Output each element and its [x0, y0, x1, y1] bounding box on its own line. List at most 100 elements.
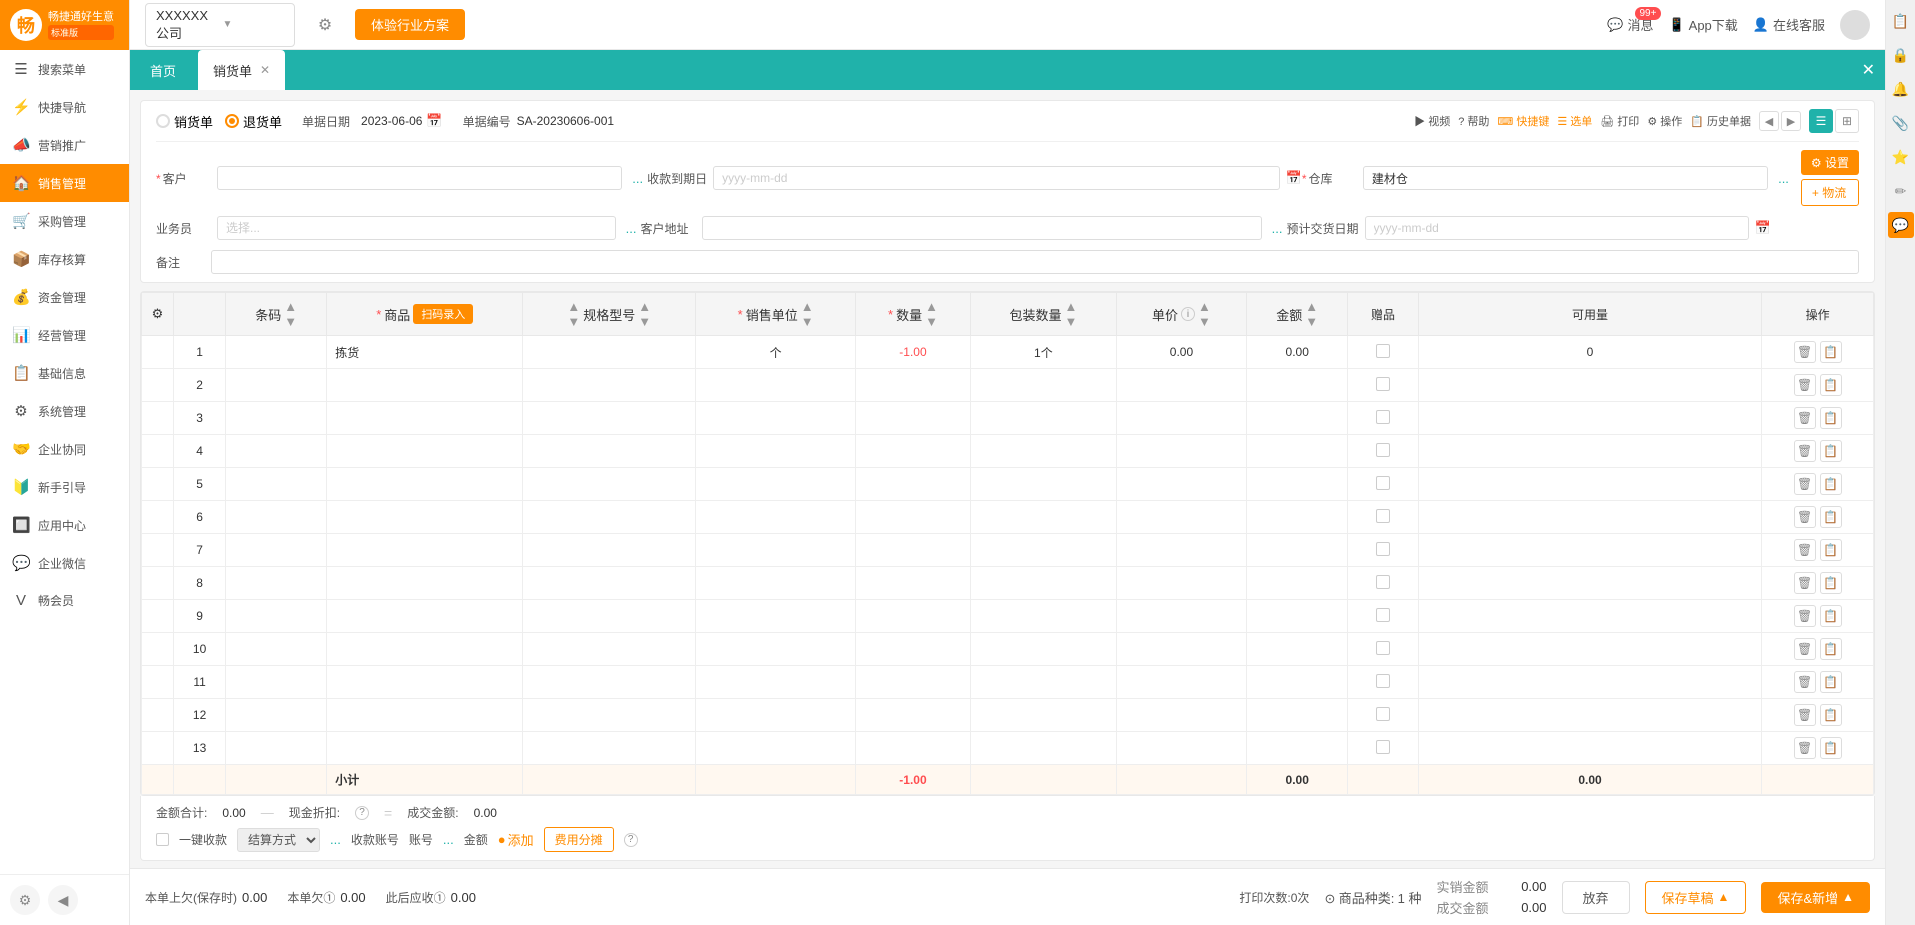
receipt-date-calendar-icon[interactable]: 📅 — [1286, 170, 1302, 186]
user-avatar[interactable] — [1840, 10, 1870, 40]
gift-checkbox[interactable] — [1376, 476, 1390, 490]
delete-row-btn[interactable]: 🗑 — [1794, 539, 1816, 561]
unit-price-info-icon[interactable]: i — [1181, 307, 1195, 321]
tab-home[interactable]: 首页 — [130, 50, 196, 90]
delete-row-btn[interactable]: 🗑 — [1794, 374, 1816, 396]
sidebar-item-apps[interactable]: 🔲应用中心 — [0, 506, 129, 544]
sidebar-item-guide[interactable]: 🔰新手引导 — [0, 468, 129, 506]
copy-row-btn[interactable]: 📋 — [1820, 407, 1842, 429]
discount-help-icon[interactable]: ? — [355, 806, 369, 820]
sidebar-item-purchase[interactable]: 🛒采购管理 — [0, 202, 129, 240]
toolbar-video[interactable]: ▶ 视频 — [1414, 113, 1450, 129]
gift-checkbox[interactable] — [1376, 641, 1390, 655]
toolbar-print[interactable]: 🖨 打印 — [1600, 113, 1639, 129]
delete-row-btn[interactable]: 🗑 — [1794, 605, 1816, 627]
copy-row-btn[interactable]: 📋 — [1820, 737, 1842, 759]
settings-icon[interactable]: ⚙ — [310, 10, 340, 40]
salesperson-dots[interactable]: ... — [622, 221, 641, 236]
sidebar-item-basic[interactable]: 📋基础信息 — [0, 354, 129, 392]
sidebar-item-system[interactable]: ⚙系统管理 — [0, 392, 129, 430]
receipt-date-input[interactable] — [713, 166, 1280, 190]
sidebar-item-search[interactable]: ☰搜索菜单 — [0, 50, 129, 88]
rp-star-icon[interactable]: ⭐ — [1888, 144, 1914, 170]
gift-checkbox[interactable] — [1376, 509, 1390, 523]
warehouse-dots[interactable]: ... — [1774, 171, 1793, 186]
gift-checkbox[interactable] — [1376, 443, 1390, 457]
notes-input[interactable] — [211, 250, 1859, 274]
sidebar-item-inventory[interactable]: 📦库存核算 — [0, 240, 129, 278]
account-dots[interactable]: ... — [443, 832, 454, 847]
toolbar-help[interactable]: ? 帮助 — [1458, 113, 1489, 129]
copy-row-btn[interactable]: 📋 — [1820, 605, 1842, 627]
view-list-btn[interactable]: ☰ — [1809, 109, 1833, 133]
copy-row-btn[interactable]: 📋 — [1820, 440, 1842, 462]
settings-col-icon[interactable]: ⚙ — [152, 306, 164, 321]
date-calendar-icon[interactable]: 📅 — [426, 113, 442, 129]
sidebar-item-sales[interactable]: 🏠销售管理 — [0, 164, 129, 202]
tab-close-icon[interactable]: ✕ — [260, 63, 270, 77]
collapse-icon[interactable]: ◀ — [48, 885, 78, 915]
customer-addr-dots[interactable]: ... — [1268, 221, 1287, 236]
rp-lock-icon[interactable]: 🔒 — [1888, 42, 1914, 68]
rp-chat-icon[interactable]: 💬 — [1888, 212, 1914, 238]
gift-checkbox[interactable] — [1376, 740, 1390, 754]
scan-btn[interactable]: 扫码录入 — [413, 304, 473, 324]
sidebar-item-finance[interactable]: 💰资金管理 — [0, 278, 129, 316]
save-draft-btn[interactable]: 保存草稿 ▲ — [1645, 881, 1747, 914]
rp-notification-icon[interactable]: 🔔 — [1888, 76, 1914, 102]
warehouse-input[interactable] — [1363, 166, 1768, 190]
rp-edit-icon[interactable]: ✏ — [1888, 178, 1914, 204]
delete-row-btn[interactable]: 🗑 — [1794, 638, 1816, 660]
save-new-btn[interactable]: 保存&新增 ▲ — [1761, 882, 1870, 913]
toolbar-select[interactable]: ☰ 选单 — [1557, 113, 1592, 129]
fee-split-btn[interactable]: 费用分摊 — [544, 827, 614, 852]
delete-row-btn[interactable]: 🗑 — [1794, 407, 1816, 429]
customer-addr-input[interactable] — [702, 216, 1262, 240]
toolbar-shortcut[interactable]: ⌨ 快捷键 — [1497, 113, 1549, 129]
customer-dots[interactable]: ... — [628, 171, 647, 186]
gift-checkbox[interactable] — [1376, 608, 1390, 622]
gift-checkbox[interactable] — [1376, 674, 1390, 688]
delete-row-btn[interactable]: 🗑 — [1794, 473, 1816, 495]
gift-checkbox[interactable] — [1376, 707, 1390, 721]
delete-row-btn[interactable]: 🗑 — [1794, 704, 1816, 726]
toolbar-operate[interactable]: ⚙ 操作 — [1647, 113, 1682, 129]
logistics-btn[interactable]: + 物流 — [1801, 179, 1859, 206]
copy-row-btn[interactable]: 📋 — [1820, 638, 1842, 660]
delete-row-btn[interactable]: 🗑 — [1794, 671, 1816, 693]
expected-date-calendar-icon[interactable]: 📅 — [1755, 220, 1771, 236]
rp-notes-icon[interactable]: 📋 — [1888, 8, 1914, 34]
customer-input[interactable] — [217, 166, 622, 190]
gift-checkbox[interactable] — [1376, 344, 1390, 358]
rp-attachment-icon[interactable]: 📎 — [1888, 110, 1914, 136]
tab-sales-order[interactable]: 销货单 ✕ — [198, 50, 285, 90]
delete-row-btn[interactable]: 🗑 — [1794, 572, 1816, 594]
online-service-button[interactable]: 👤 在线客服 — [1753, 15, 1825, 34]
app-download-button[interactable]: 📱 App下载 — [1668, 15, 1737, 34]
add-payment-btn[interactable]: ● 添加 — [498, 830, 534, 849]
copy-row-btn[interactable]: 📋 — [1820, 341, 1842, 363]
copy-row-btn[interactable]: 📋 — [1820, 704, 1842, 726]
copy-row-btn[interactable]: 📋 — [1820, 506, 1842, 528]
gift-checkbox[interactable] — [1376, 575, 1390, 589]
gift-checkbox[interactable] — [1376, 410, 1390, 424]
close-all-tabs-icon[interactable]: ✕ — [1862, 62, 1875, 79]
settings-btn[interactable]: ⚙ 设置 — [1801, 150, 1859, 175]
expected-date-input[interactable] — [1365, 216, 1749, 240]
trial-button[interactable]: 体验行业方案 — [355, 9, 465, 40]
delete-row-btn[interactable]: 🗑 — [1794, 506, 1816, 528]
copy-row-btn[interactable]: 📋 — [1820, 374, 1842, 396]
one-click-checkbox[interactable] — [156, 833, 169, 846]
message-button[interactable]: 💬 消息 99+ — [1607, 15, 1653, 34]
toolbar-history[interactable]: 📋 历史单据 — [1690, 113, 1751, 129]
sidebar-item-quick-nav[interactable]: ⚡快捷导航 — [0, 88, 129, 126]
nav-prev[interactable]: ◀ — [1759, 111, 1779, 131]
copy-row-btn[interactable]: 📋 — [1820, 539, 1842, 561]
delete-row-btn[interactable]: 🗑 — [1794, 737, 1816, 759]
sidebar-item-operations[interactable]: 📊经营管理 — [0, 316, 129, 354]
abandon-btn[interactable]: 放弃 — [1562, 881, 1630, 914]
settings-bottom-icon[interactable]: ⚙ — [10, 885, 40, 915]
company-selector[interactable]: XXXXXX公司 ▼ — [145, 3, 295, 47]
radio-return[interactable]: 退货单 — [225, 112, 282, 131]
copy-row-btn[interactable]: 📋 — [1820, 473, 1842, 495]
